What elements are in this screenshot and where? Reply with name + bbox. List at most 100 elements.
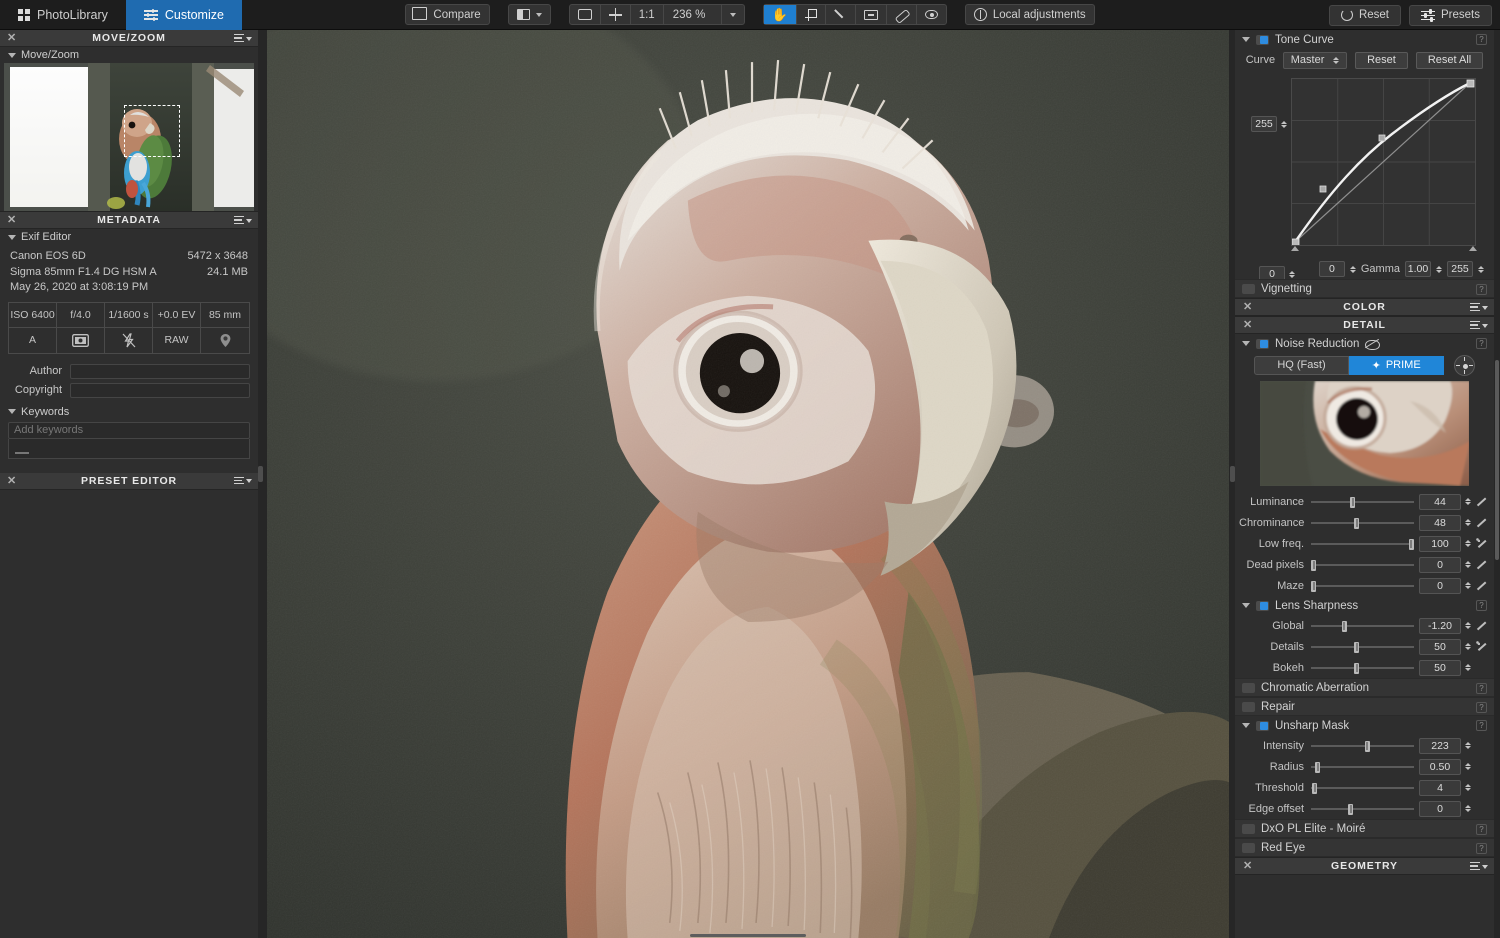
ls-bokeh-slider[interactable] bbox=[1311, 660, 1414, 676]
preview-toggle-button[interactable] bbox=[917, 5, 946, 24]
one-to-one-button[interactable]: 1:1 bbox=[631, 5, 664, 24]
tone-curve-graph[interactable] bbox=[1291, 78, 1476, 247]
red-eye-header[interactable]: Red Eye ? bbox=[1235, 838, 1494, 877]
stepper-icon[interactable] bbox=[1281, 120, 1287, 128]
navigator-selection-rect[interactable] bbox=[124, 105, 180, 157]
zoom-dropdown-button[interactable] bbox=[722, 5, 744, 24]
stepper-icon[interactable] bbox=[1465, 498, 1471, 505]
ls-details-value[interactable]: 50 bbox=[1419, 638, 1461, 655]
stepper-icon[interactable] bbox=[1465, 763, 1471, 770]
nr-luminance-slider[interactable] bbox=[1311, 494, 1414, 510]
nr-chrominance-value[interactable]: 48 bbox=[1419, 514, 1461, 531]
help-icon[interactable]: ? bbox=[1476, 843, 1487, 854]
reset-button[interactable]: Reset bbox=[1328, 4, 1401, 26]
mode-photolibrary[interactable]: PhotoLibrary bbox=[0, 0, 126, 30]
nr-luminance-value[interactable]: 44 bbox=[1419, 493, 1461, 510]
stepper-icon[interactable] bbox=[1349, 265, 1356, 273]
nr-mode-prime-button[interactable]: ✦ PRIME bbox=[1348, 355, 1444, 375]
ls-global-slider[interactable] bbox=[1311, 618, 1414, 634]
ls-bokeh-value[interactable]: 50 bbox=[1419, 659, 1461, 676]
nr-lowfreq-value[interactable]: 100 bbox=[1419, 535, 1461, 552]
curve-reset-button[interactable]: Reset bbox=[1355, 51, 1408, 69]
local-adjustments-button[interactable]: Local adjustments bbox=[966, 5, 1094, 24]
help-icon[interactable]: ? bbox=[1476, 824, 1487, 835]
photo-canvas[interactable] bbox=[267, 30, 1229, 938]
black-point-handle[interactable] bbox=[1291, 246, 1299, 251]
moire-toggle[interactable] bbox=[1242, 823, 1255, 834]
chromatic-aberration-toggle[interactable] bbox=[1242, 682, 1255, 693]
help-icon[interactable]: ? bbox=[1476, 720, 1487, 731]
copyright-field[interactable] bbox=[70, 382, 250, 398]
nr-maze-value[interactable]: 0 bbox=[1419, 577, 1461, 594]
stepper-icon[interactable] bbox=[1465, 540, 1471, 547]
compare-button[interactable]: Compare bbox=[406, 5, 488, 24]
mode-customize[interactable]: Customize bbox=[125, 0, 242, 30]
ls-global-value[interactable]: -1.20 bbox=[1419, 617, 1461, 634]
section-menu-button[interactable] bbox=[1470, 862, 1488, 872]
stepper-icon[interactable] bbox=[1465, 805, 1471, 812]
vignetting-toggle[interactable] bbox=[1242, 283, 1255, 294]
panel-menu-button[interactable] bbox=[234, 216, 252, 226]
keywords-input[interactable]: Add keywords bbox=[8, 421, 250, 439]
presets-button[interactable]: Presets bbox=[1409, 4, 1492, 26]
curve-top-value[interactable]: 255 bbox=[1251, 116, 1277, 132]
stepper-icon[interactable] bbox=[1465, 519, 1471, 526]
pencil-icon[interactable] bbox=[1475, 579, 1488, 592]
repair-toggle[interactable] bbox=[1242, 701, 1255, 712]
nr-target-button[interactable] bbox=[1453, 354, 1475, 376]
help-icon[interactable]: ? bbox=[1476, 683, 1487, 694]
image-viewer[interactable] bbox=[258, 30, 1235, 938]
curve-channel-select[interactable]: Master bbox=[1283, 51, 1348, 69]
red-eye-toggle[interactable] bbox=[1242, 842, 1255, 853]
lens-sharpness-toggle[interactable] bbox=[1256, 600, 1269, 611]
repair-header[interactable]: Repair ? bbox=[1235, 697, 1494, 736]
noise-reduction-preview[interactable] bbox=[1260, 381, 1469, 486]
stepper-icon[interactable] bbox=[1465, 582, 1471, 589]
author-field[interactable] bbox=[70, 363, 250, 379]
curve-reset-all-button[interactable]: Reset All bbox=[1415, 51, 1484, 69]
um-radius-slider[interactable] bbox=[1311, 759, 1414, 775]
help-icon[interactable]: ? bbox=[1476, 600, 1487, 611]
close-icon[interactable]: ✕ bbox=[7, 475, 17, 487]
exif-editor-header[interactable]: Exif Editor bbox=[0, 229, 258, 245]
eye-off-icon[interactable] bbox=[1365, 339, 1381, 350]
detail-section-header[interactable]: ✕ DETAIL bbox=[1235, 316, 1494, 334]
noise-reduction-header[interactable]: Noise Reduction ? bbox=[1235, 334, 1494, 353]
hand-tool-button[interactable]: ✋ bbox=[763, 5, 797, 24]
nr-deadpixels-value[interactable]: 0 bbox=[1419, 556, 1461, 573]
horizon-tool-button[interactable] bbox=[856, 5, 887, 24]
pencil-icon[interactable] bbox=[1475, 619, 1488, 632]
help-icon[interactable]: ? bbox=[1476, 284, 1487, 295]
curve-black-point[interactable]: 0 bbox=[1318, 261, 1345, 277]
stepper-icon[interactable] bbox=[1465, 742, 1471, 749]
horizontal-scrollbar[interactable] bbox=[267, 933, 1229, 938]
close-icon[interactable]: ✕ bbox=[1243, 861, 1253, 872]
crop-tool-button[interactable] bbox=[797, 5, 826, 24]
keywords-header[interactable]: Keywords bbox=[0, 403, 258, 420]
nr-chrominance-slider[interactable] bbox=[1311, 515, 1414, 531]
nr-lowfreq-slider[interactable] bbox=[1311, 536, 1414, 552]
stepper-icon[interactable] bbox=[1465, 643, 1471, 650]
right-panel-scrollbar[interactable] bbox=[1494, 30, 1500, 938]
navigator-thumbnail[interactable] bbox=[4, 63, 254, 211]
nr-deadpixels-slider[interactable] bbox=[1311, 557, 1414, 573]
help-icon[interactable]: ? bbox=[1476, 702, 1487, 713]
zoom-level-field[interactable]: 236 % bbox=[664, 5, 722, 24]
stepper-icon[interactable] bbox=[1436, 265, 1442, 273]
panel-menu-button[interactable] bbox=[234, 34, 252, 44]
stepper-icon[interactable] bbox=[1465, 622, 1471, 629]
moire-header[interactable]: DxO PL Elite - Moiré ? bbox=[1235, 819, 1494, 858]
curve-white-point[interactable]: 255 bbox=[1447, 261, 1473, 277]
wand-icon[interactable] bbox=[1475, 537, 1488, 550]
pencil-icon[interactable] bbox=[1475, 558, 1488, 571]
lens-sharpness-header[interactable]: Lens Sharpness ? bbox=[1235, 596, 1494, 615]
section-menu-button[interactable] bbox=[1470, 303, 1488, 313]
eyedropper-tool-button[interactable] bbox=[826, 5, 856, 24]
wand-icon[interactable] bbox=[1475, 640, 1488, 653]
stepper-icon[interactable] bbox=[1465, 561, 1471, 568]
help-icon[interactable]: ? bbox=[1476, 338, 1487, 349]
nr-mode-hq-button[interactable]: HQ (Fast) bbox=[1254, 355, 1349, 375]
um-edgeoffset-slider[interactable] bbox=[1311, 801, 1414, 817]
split-view-button[interactable] bbox=[509, 5, 550, 24]
geometry-section-header[interactable]: ✕ GEOMETRY bbox=[1235, 857, 1494, 875]
